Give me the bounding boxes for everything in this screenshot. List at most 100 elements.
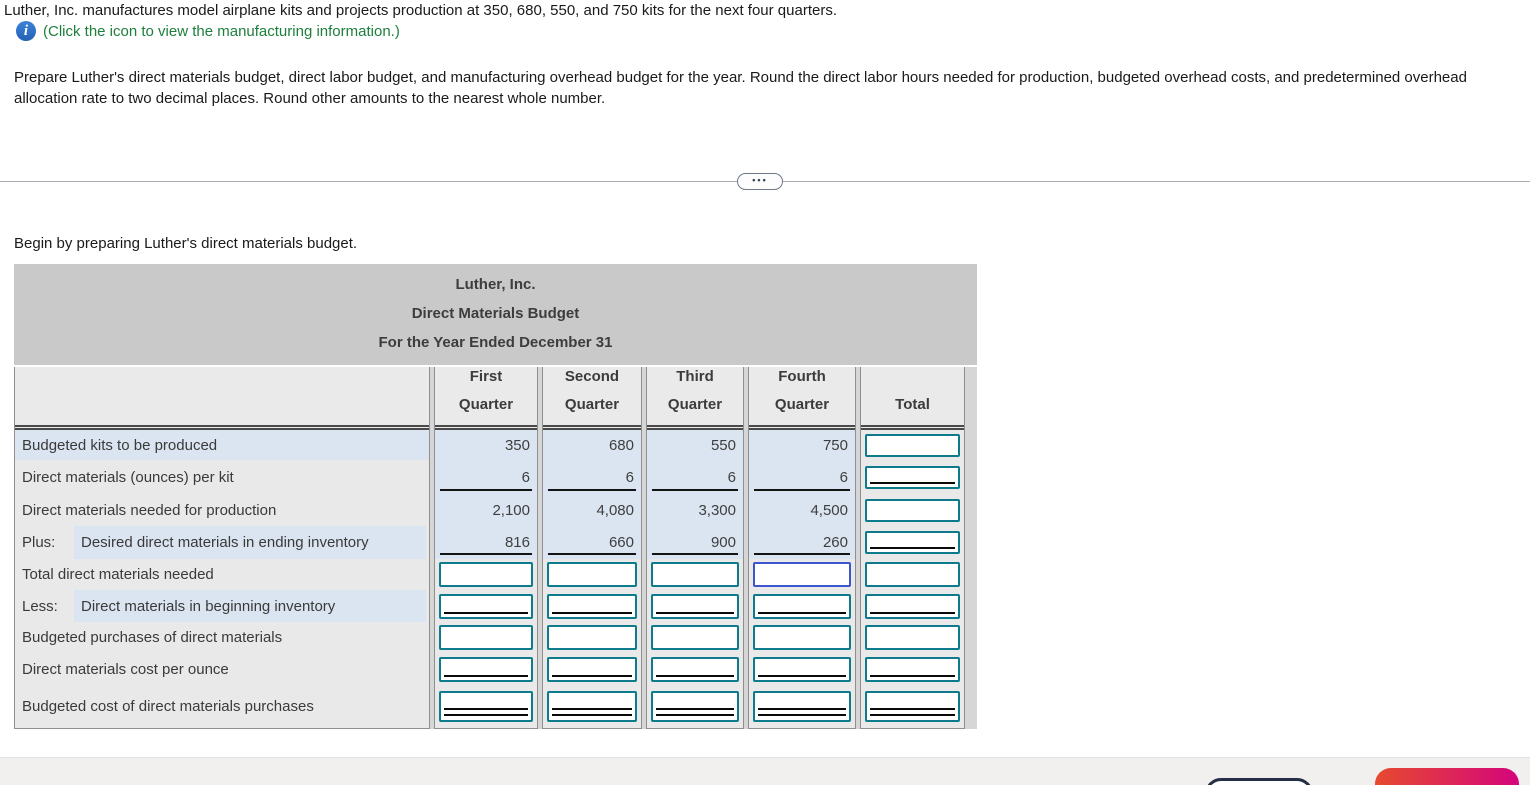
amount-input[interactable] [753,691,851,722]
table-cell [861,685,964,728]
amount-input[interactable] [439,691,533,722]
row-prefix: Plus: [22,534,56,551]
table-cell [435,685,537,728]
column-header-first-quarter: First Quarter [435,367,537,430]
table-cell [861,495,964,526]
amount-input[interactable] [865,499,960,522]
amount-input[interactable] [547,691,637,722]
table-cell [435,559,537,590]
amount-input[interactable] [547,593,637,619]
table-cell [543,590,641,622]
amount-input[interactable] [439,562,533,587]
table-cell [647,559,743,590]
value-cell: 350 [435,430,537,460]
ellipsis-icon: ••• [752,175,768,185]
amount-input[interactable] [865,656,960,682]
column-header-second-quarter: Second Quarter [543,367,641,430]
value-cell: 6 [749,460,855,495]
amount-input[interactable] [865,466,960,489]
table-title-period: For the Year Ended December 31 [378,334,613,351]
value-cell: 816 [435,526,537,559]
column-header-third-quarter: Third Quarter [647,367,743,430]
table-title-company: Luther, Inc. [455,276,536,293]
table-cell [861,653,964,685]
table-cell [861,559,964,590]
table-cell [647,685,743,728]
selected-answer-label[interactable]: Desired direct materials in ending inven… [74,526,426,559]
amount-input[interactable] [651,625,739,650]
info-icon[interactable]: i [16,21,36,41]
value-cell: 900 [647,526,743,559]
more-options-button[interactable]: ••• [737,173,783,190]
amount-input[interactable] [547,625,637,650]
value-cell: 680 [543,430,641,460]
amount-input[interactable] [865,433,960,457]
table-cell [749,559,855,590]
value-cell: 6 [435,460,537,495]
table-cell [749,590,855,622]
table-cell [543,559,641,590]
amount-input[interactable] [439,625,533,650]
table-cell [749,622,855,653]
table-cell [861,622,964,653]
value-cell: 3,300 [647,495,743,526]
amount-input[interactable] [439,656,533,682]
amount-input[interactable] [865,593,960,619]
primary-action-button[interactable] [1375,768,1519,785]
amount-input[interactable] [865,691,960,722]
amount-input[interactable] [651,691,739,722]
table-cell [861,430,964,460]
table-cell [861,590,964,622]
row-label: Direct materials (ounces) per kit [15,460,429,495]
value-cell: 550 [647,430,743,460]
label-column-header [15,367,429,430]
value-cell: 660 [543,526,641,559]
table-cell [647,622,743,653]
amount-input[interactable] [753,593,851,619]
focused-amount-input[interactable] [753,562,851,587]
intro-text: Luther, Inc. manufactures model airplane… [4,2,837,19]
table-cell [435,622,537,653]
table-cell [861,460,964,495]
amount-input[interactable] [651,562,739,587]
column-header-total: Total [861,367,964,430]
row-label: Direct materials cost per ounce [15,653,429,685]
row-label: Budgeted kits to be produced [15,430,429,460]
amount-input[interactable] [439,593,533,619]
table-title-statement: Direct Materials Budget [411,305,580,322]
info-link[interactable]: (Click the icon to view the manufacturin… [43,23,400,40]
column-total: Total [860,367,965,729]
footer-bar [0,757,1530,785]
value-cell: 4,500 [749,495,855,526]
table-cell [861,526,964,559]
direct-materials-budget-table: Luther, Inc. Direct Materials Budget For… [14,264,977,729]
value-cell: 6 [647,460,743,495]
value-cell: 750 [749,430,855,460]
table-cell [543,653,641,685]
amount-input[interactable] [753,656,851,682]
row-label: Budgeted cost of direct materials purcha… [15,685,429,728]
row-prefix: Less: [22,597,58,615]
panel-divider: ••• [0,173,1530,191]
amount-input[interactable] [547,562,637,587]
table-cell [749,653,855,685]
value-cell: 2,100 [435,495,537,526]
column-fourth-quarter: Fourth Quarter 750 6 4,500 260 [748,367,856,729]
amount-input[interactable] [753,625,851,650]
table-title-block: Luther, Inc. Direct Materials Budget For… [14,264,977,367]
amount-input[interactable] [547,656,637,682]
amount-input[interactable] [651,593,739,619]
amount-input[interactable] [651,656,739,682]
amount-input[interactable] [865,531,960,554]
table-cell [435,590,537,622]
value-cell: 6 [543,460,641,495]
table-cell [543,622,641,653]
selected-answer-label[interactable]: Direct materials in beginning inventory [74,590,426,622]
row-label-less: Less: Direct materials in beginning inve… [15,590,429,622]
amount-input[interactable] [865,562,960,587]
row-label: Total direct materials needed [15,559,429,590]
secondary-action-button[interactable] [1205,778,1313,785]
row-label: Direct materials needed for production [15,495,429,526]
instructions-text: Prepare Luther's direct materials budget… [14,69,1467,107]
amount-input[interactable] [865,625,960,650]
